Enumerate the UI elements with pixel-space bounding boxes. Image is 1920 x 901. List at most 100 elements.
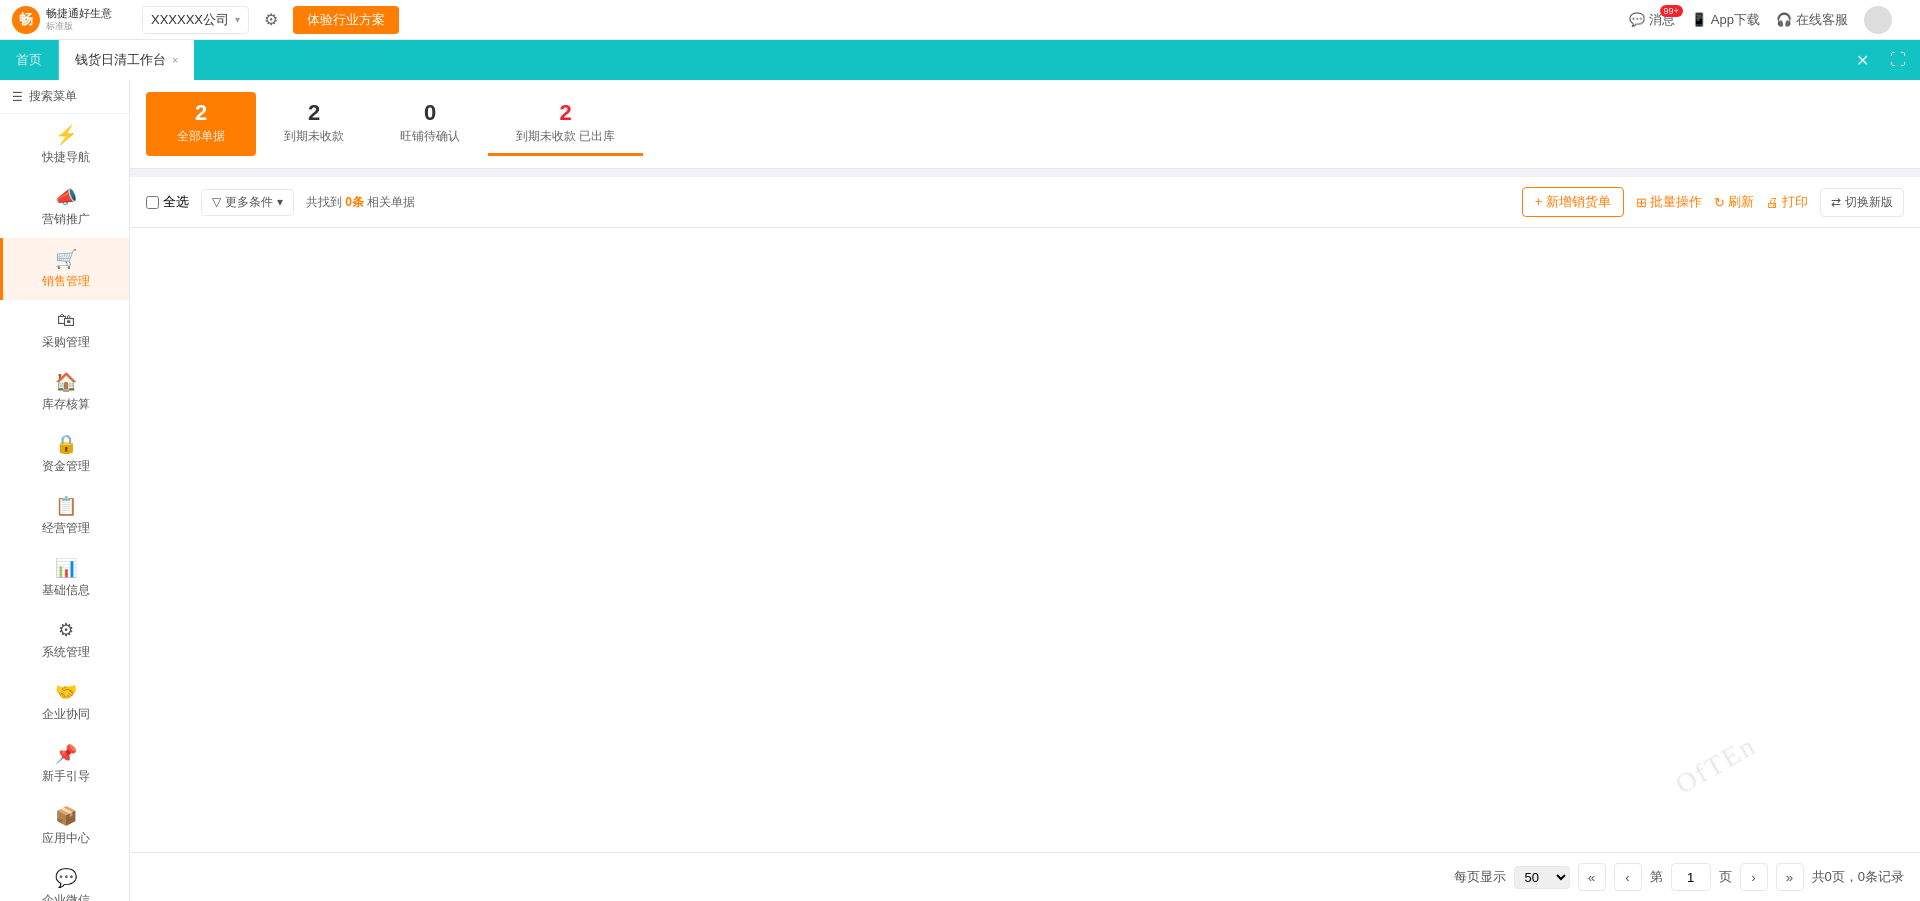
finance-icon: 🔒: [55, 433, 77, 455]
chevron-down-icon: ▾: [235, 14, 240, 25]
sidebar-item-coop-label: 企业协同: [42, 706, 90, 723]
header-right: 💬 消息 99+ 📱 App下载 🎧 在线客服: [1629, 6, 1908, 34]
batch-operation-button[interactable]: ⊞ 批量操作: [1636, 193, 1702, 211]
batch-icon: ⊞: [1636, 195, 1647, 210]
stat-overdue-label: 到期未收款: [284, 128, 344, 145]
sidebar-item-guide-label: 新手引导: [42, 768, 90, 785]
sidebar-item-system-label: 系统管理: [42, 644, 90, 661]
stat-tab-shipped[interactable]: 2 到期未收款 已出库: [488, 92, 643, 156]
logo-area: 畅 畅捷通好生意 标准版: [12, 6, 142, 34]
found-suffix: 相关单据: [367, 195, 415, 209]
logo-title: 畅捷通好生意: [46, 6, 112, 20]
refresh-icon: ↻: [1714, 195, 1725, 210]
switch-version-button[interactable]: ⇄ 切换新版: [1820, 188, 1904, 217]
sidebar-item-purchase[interactable]: 🛍 采购管理: [0, 300, 129, 361]
service-icon: 🎧: [1776, 12, 1792, 27]
tab-home-label: 首页: [16, 51, 42, 69]
download-icon: 📱: [1691, 12, 1707, 27]
filter-button[interactable]: ▽ 更多条件 ▾: [201, 189, 294, 216]
sidebar-item-base-label: 基础信息: [42, 582, 90, 599]
toolbar-right: + 新增销货单 ⊞ 批量操作 ↻ 刷新 🖨 打印 ⇄ 切换新版: [1522, 187, 1904, 217]
app-download-button[interactable]: 📱 App下载: [1691, 11, 1760, 29]
tab-close-window-icon[interactable]: ✕: [1848, 46, 1876, 74]
print-label: 打印: [1782, 193, 1808, 211]
first-page-button[interactable]: «: [1578, 863, 1606, 891]
inventory-icon: 🏠: [55, 371, 77, 393]
purchase-icon: 🛍: [57, 310, 75, 331]
refresh-label: 刷新: [1728, 193, 1754, 211]
online-service-label: 在线客服: [1796, 11, 1848, 29]
appcenter-icon: 📦: [55, 805, 77, 827]
sidebar-item-wechat[interactable]: 💬 企业微信: [0, 857, 129, 901]
sidebar-item-quicknav[interactable]: ⚡ 快捷导航: [0, 114, 129, 176]
online-service-button[interactable]: 🎧 在线客服: [1776, 11, 1848, 29]
table-area: [130, 228, 1920, 852]
found-prefix: 共找到: [306, 195, 342, 209]
found-count: 0条: [345, 195, 364, 209]
tab-maximize-icon[interactable]: ⛶: [1884, 46, 1912, 74]
select-all-checkbox[interactable]: 全选: [146, 193, 189, 211]
sidebar-item-inventory-label: 库存核算: [42, 396, 90, 413]
stat-tab-overdue[interactable]: 2 到期未收款: [256, 92, 372, 156]
switch-icon: ⇄: [1831, 195, 1841, 209]
message-icon: 💬: [1629, 12, 1645, 27]
sidebar-item-finance[interactable]: 🔒 资金管理: [0, 423, 129, 485]
stat-all-number: 2: [195, 100, 207, 126]
logo-badge: 标准版: [46, 20, 112, 33]
add-sales-order-button[interactable]: + 新增销货单: [1522, 187, 1624, 217]
pagination-bar: 每页显示 50 20 100 « ‹ 第 页 › » 共0页，0条记录: [130, 852, 1920, 901]
stat-wangpu-number: 0: [424, 100, 436, 126]
gear-icon: ⚙: [264, 10, 278, 29]
tab-qianhuoriqing[interactable]: 钱货日清工作台 ×: [59, 40, 194, 80]
filter-label: 更多条件: [225, 194, 273, 211]
sidebar-item-sales[interactable]: 🛒 销售管理: [0, 238, 129, 300]
select-all-input[interactable]: [146, 196, 159, 209]
print-icon: 🖨: [1766, 195, 1779, 210]
main-layout: ☰ 搜索菜单 ⚡ 快捷导航 📣 营销推广 🛒 销售管理 🛍 采购管理 🏠 库存核…: [0, 80, 1920, 901]
sidebar-item-operation[interactable]: 📋 经营管理: [0, 485, 129, 547]
settings-button[interactable]: ⚙: [257, 6, 285, 34]
search-menu-label: 搜索菜单: [29, 88, 77, 105]
stat-shipped-label: 到期未收款 已出库: [516, 128, 615, 145]
company-selector[interactable]: XXXXXX公司 ▾: [142, 6, 249, 34]
tab-active-label: 钱货日清工作台: [75, 51, 166, 69]
stat-overdue-number: 2: [308, 100, 320, 126]
stat-tab-all[interactable]: 2 全部单据: [146, 92, 256, 156]
filter-icon: ▽: [212, 195, 221, 209]
menu-search-icon: ☰: [12, 90, 23, 104]
coop-icon: 🤝: [55, 681, 77, 703]
prev-page-button[interactable]: ‹: [1614, 863, 1642, 891]
sidebar-item-marketing-label: 营销推广: [42, 211, 90, 228]
sidebar-item-guide[interactable]: 📌 新手引导: [0, 733, 129, 795]
quicknav-icon: ⚡: [55, 124, 77, 146]
print-button[interactable]: 🖨 打印: [1766, 193, 1808, 211]
marketing-icon: 📣: [55, 186, 77, 208]
sidebar-item-appcenter[interactable]: 📦 应用中心: [0, 795, 129, 857]
sidebar-item-base[interactable]: 📊 基础信息: [0, 547, 129, 609]
page-number-input[interactable]: [1671, 863, 1711, 891]
tab-close-icon[interactable]: ×: [172, 54, 178, 66]
trial-button[interactable]: 体验行业方案: [293, 6, 399, 34]
next-page-button[interactable]: ›: [1740, 863, 1768, 891]
last-page-button[interactable]: »: [1776, 863, 1804, 891]
sidebar-item-operation-label: 经营管理: [42, 520, 90, 537]
refresh-button[interactable]: ↻ 刷新: [1714, 193, 1754, 211]
total-records-label: 共0页，0条记录: [1812, 868, 1904, 886]
tab-bar: 首页 钱货日清工作台 × ✕ ⛶: [0, 40, 1920, 80]
sidebar-item-sales-label: 销售管理: [42, 273, 90, 290]
messages-button[interactable]: 💬 消息 99+: [1629, 11, 1675, 29]
per-page-select[interactable]: 50 20 100: [1514, 866, 1570, 889]
sidebar-item-coop[interactable]: 🤝 企业协同: [0, 671, 129, 733]
sidebar-item-inventory[interactable]: 🏠 库存核算: [0, 361, 129, 423]
search-menu-item[interactable]: ☰ 搜索菜单: [0, 80, 129, 114]
tab-home[interactable]: 首页: [0, 40, 59, 80]
logo-icon: 畅: [12, 6, 40, 34]
company-name: XXXXXX公司: [151, 11, 229, 29]
stat-shipped-number: 2: [560, 100, 572, 126]
wechat-icon: 💬: [55, 867, 77, 889]
sidebar-item-marketing[interactable]: 📣 营销推广: [0, 176, 129, 238]
guide-icon: 📌: [55, 743, 77, 765]
stat-tab-wangpu[interactable]: 0 旺铺待确认: [372, 92, 488, 156]
sidebar-item-system[interactable]: ⚙ 系统管理: [0, 609, 129, 671]
avatar[interactable]: [1864, 6, 1892, 34]
